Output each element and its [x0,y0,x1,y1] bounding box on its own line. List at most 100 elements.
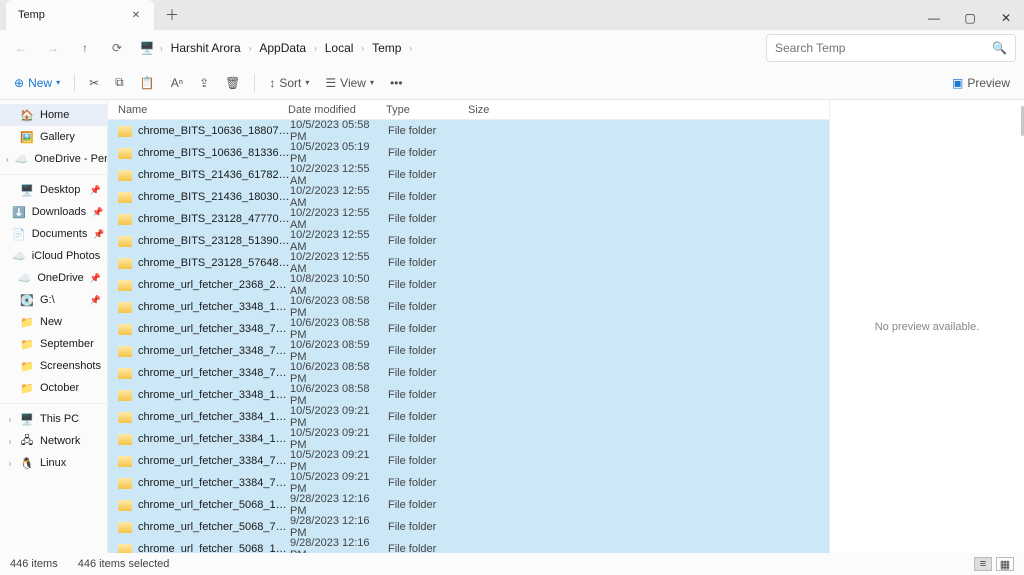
file-type: File folder [388,147,470,159]
file-list: Name Date modified Type Size chrome_BITS… [108,100,829,553]
share-button[interactable]: ⇪ [193,70,215,96]
item-count: 446 items [10,558,58,570]
file-name: chrome_BITS_21436_617824255 [138,169,290,181]
nav-network[interactable]: ›🖧Network [0,430,107,452]
cut-button[interactable]: ✂ [83,70,105,96]
crumb-appdata[interactable]: AppData [257,37,308,59]
search-icon[interactable]: 🔍 [992,41,1007,55]
file-date: 10/2/2023 12:55 AM [290,185,388,209]
command-bar: ⊕ New ▾ ✂ ⧉ 📋 Aⁿ ⇪ 🗑 ↕ Sort ▾ ☰ View ▾ •… [0,66,1024,100]
chevron-right-icon[interactable]: › [6,437,14,446]
chevron-right-icon[interactable]: › [6,415,14,424]
copy-button[interactable]: ⧉ [109,70,130,96]
paste-button[interactable]: 📋 [134,70,161,96]
window-tab[interactable]: Temp ✕ [6,0,154,30]
cut-icon: ✂ [89,76,99,90]
table-row[interactable]: chrome_BITS_10636_18807236510/5/2023 05:… [108,120,829,142]
table-row[interactable]: chrome_BITS_21436_61782425510/2/2023 12:… [108,164,829,186]
file-date: 10/2/2023 12:55 AM [290,163,388,187]
thumbnails-view-button[interactable]: ▦ [996,557,1014,571]
breadcrumb[interactable]: 🖥️ › Harshit Arora › AppData › Local › T… [140,37,764,59]
column-size[interactable]: Size [468,104,518,116]
nav-quick-item[interactable]: ⬇️Downloads📌 [0,201,107,223]
nav-quick-item[interactable]: 💽G:\📌 [0,289,107,311]
back-button[interactable]: ← [6,33,36,63]
chevron-right-icon[interactable]: › [6,155,9,164]
file-name: chrome_url_fetcher_5068_12030369 [138,499,290,511]
view-button[interactable]: ☰ View ▾ [319,70,380,96]
table-row[interactable]: chrome_url_fetcher_3348_79163627510/6/20… [108,362,829,384]
delete-button[interactable]: 🗑 [219,70,246,96]
file-date: 9/28/2023 12:16 PM [290,515,388,539]
table-row[interactable]: chrome_BITS_10636_81336886110/5/2023 05:… [108,142,829,164]
forward-button[interactable]: → [38,33,68,63]
column-headers[interactable]: Name Date modified Type Size [108,100,829,120]
chevron-right-icon: › [361,44,364,53]
column-type[interactable]: Type [386,104,468,116]
nav-home[interactable]: 🏠Home [0,104,107,126]
chevron-right-icon: › [314,44,317,53]
column-name[interactable]: Name [118,104,288,116]
file-name: chrome_BITS_10636_813368861 [138,147,290,159]
nav-quick-item[interactable]: 📁October [0,377,107,399]
search-input[interactable] [775,41,992,55]
up-button[interactable]: ↑ [70,33,100,63]
file-name: chrome_url_fetcher_3348_184030118 [138,301,290,313]
maximize-button[interactable]: ▢ [952,6,988,30]
table-row[interactable]: chrome_url_fetcher_3348_18403011810/6/20… [108,296,829,318]
folder-icon [118,390,132,401]
crumb-user[interactable]: Harshit Arora [169,37,243,59]
nav-quick-item[interactable]: 📁New [0,311,107,333]
table-row[interactable]: chrome_url_fetcher_3348_139026100310/6/2… [108,384,829,406]
table-row[interactable]: chrome_BITS_23128_47770395310/2/2023 12:… [108,208,829,230]
table-row[interactable]: chrome_BITS_21436_180300861310/2/2023 12… [108,186,829,208]
table-row[interactable]: chrome_BITS_23128_57648058310/2/2023 12:… [108,252,829,274]
add-tab-button[interactable]: ＋ [160,3,184,27]
refresh-button[interactable]: ⟳ [102,33,132,63]
sort-button[interactable]: ↕ Sort ▾ [263,70,315,96]
nav-onedrive-personal[interactable]: ›☁️OneDrive - Persona [0,148,107,170]
preview-message: No preview available. [875,321,980,333]
crumb-temp[interactable]: Temp [370,37,403,59]
details-view-button[interactable]: ≡ [974,557,992,571]
folder-icon [118,192,132,203]
table-row[interactable]: chrome_url_fetcher_3348_76216560610/6/20… [108,318,829,340]
table-row[interactable]: chrome_url_fetcher_3384_79937611110/5/20… [108,472,829,494]
crumb-local[interactable]: Local [323,37,356,59]
table-row[interactable]: chrome_url_fetcher_3384_17259139810/5/20… [108,428,829,450]
nav-label: New [40,316,62,328]
chevron-right-icon[interactable]: › [6,459,14,468]
nav-quick-item[interactable]: ☁️iCloud Photos📌 [0,245,107,267]
file-type: File folder [388,125,470,137]
view-toggle: ≡ ▦ [974,557,1014,571]
nav-gallery[interactable]: 🖼️Gallery [0,126,107,148]
table-row[interactable]: chrome_BITS_23128_51390813510/2/2023 12:… [108,230,829,252]
nav-this-pc[interactable]: ›🖥️This PC [0,408,107,430]
nav-linux[interactable]: ›🐧Linux [0,452,107,474]
column-date[interactable]: Date modified [288,104,386,116]
table-row[interactable]: chrome_url_fetcher_5068_120303699/28/202… [108,494,829,516]
table-row[interactable]: chrome_url_fetcher_5068_10166698199/28/2… [108,538,829,553]
search-box[interactable]: 🔍 [766,34,1016,62]
rename-button[interactable]: Aⁿ [165,70,189,96]
table-row[interactable]: chrome_url_fetcher_3384_13370133210/5/20… [108,406,829,428]
new-button[interactable]: ⊕ New ▾ [8,70,66,96]
folder-icon: 📁 [20,337,34,351]
nav-quick-item[interactable]: 📁Screenshots [0,355,107,377]
table-row[interactable]: chrome_url_fetcher_3348_76260397110/6/20… [108,340,829,362]
monitor-icon: 🖥️ [140,41,154,55]
table-row[interactable]: chrome_url_fetcher_3384_75415189210/5/20… [108,450,829,472]
close-tab-icon[interactable]: ✕ [128,7,144,23]
nav-quick-item[interactable]: ☁️OneDrive📌 [0,267,107,289]
minimize-button[interactable]: — [916,6,952,30]
preview-toggle[interactable]: ▣ Preview [946,70,1016,96]
nav-quick-item[interactable]: 🖥️Desktop📌 [0,179,107,201]
close-button[interactable]: ✕ [988,6,1024,30]
more-button[interactable]: ••• [384,70,409,96]
table-row[interactable]: chrome_url_fetcher_5068_7641718569/28/20… [108,516,829,538]
table-row[interactable]: chrome_url_fetcher_2368_207973623910/8/2… [108,274,829,296]
nav-quick-item[interactable]: 📁September [0,333,107,355]
file-date: 10/6/2023 08:58 PM [290,295,388,319]
file-type: File folder [388,411,470,423]
nav-quick-item[interactable]: 📄Documents📌 [0,223,107,245]
